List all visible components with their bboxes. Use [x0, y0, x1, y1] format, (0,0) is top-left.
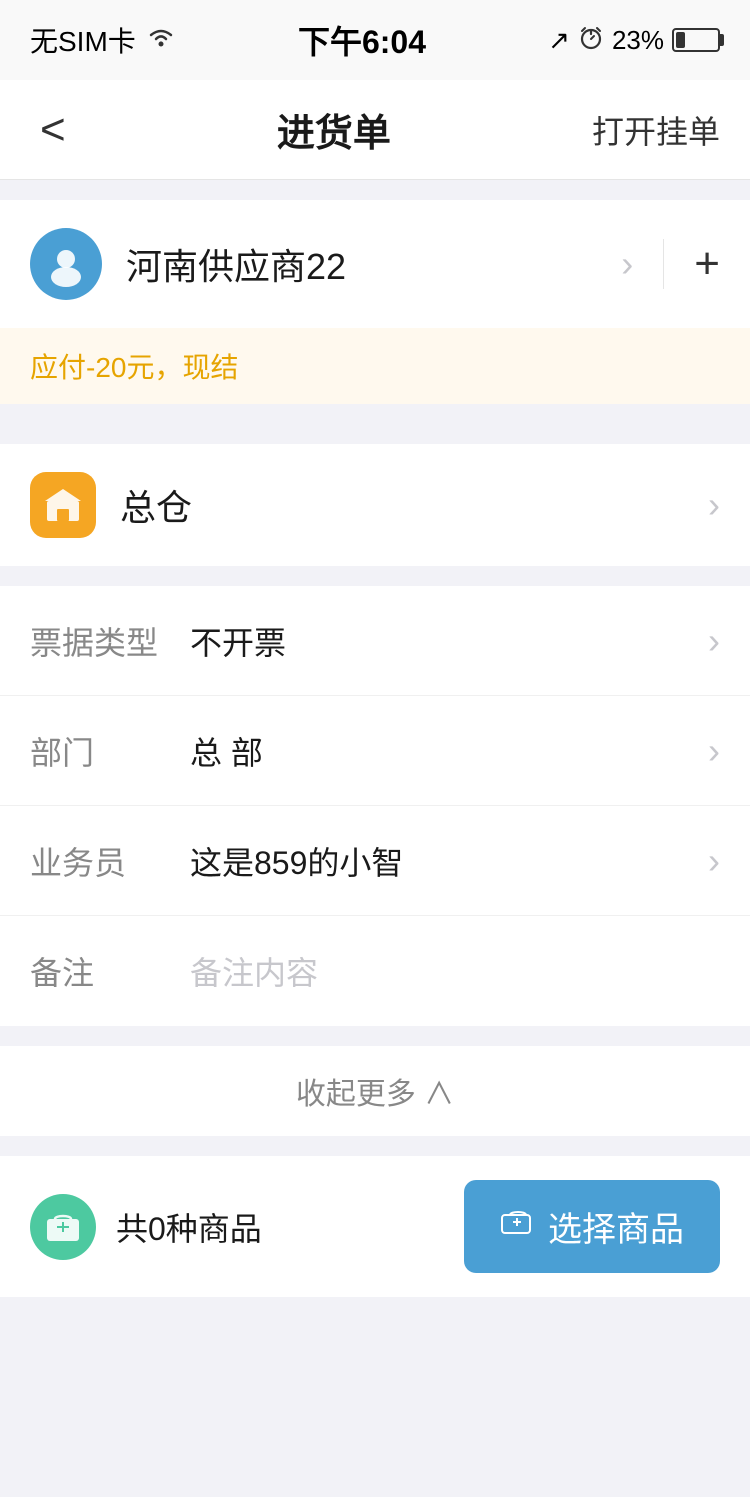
remarks-label: 备注: [30, 948, 170, 994]
battery-percentage: 23%: [612, 25, 664, 56]
department-value: 总 部: [170, 728, 708, 774]
warehouse-row[interactable]: 总仓 ›: [0, 444, 750, 566]
supplier-name: 河南供应商22: [126, 238, 621, 290]
page-title: 进货单: [277, 102, 391, 157]
divider: [663, 239, 664, 289]
collapse-label: 收起更多 ∧: [296, 1069, 454, 1113]
remarks-input[interactable]: 备注内容: [170, 948, 720, 994]
collapse-button[interactable]: 收起更多 ∧: [0, 1046, 750, 1136]
alarm-icon: [578, 23, 604, 58]
wifi-icon: [146, 24, 176, 56]
notice-text: 应付-20元，现结: [30, 352, 238, 383]
product-count-text: 共0种商品: [116, 1204, 262, 1250]
select-product-label: 选择商品: [548, 1202, 684, 1251]
status-bar: 无SIM卡 下午6:04 ↗ 23%: [0, 0, 750, 80]
back-button[interactable]: <: [30, 95, 76, 165]
warehouse-icon: [30, 472, 96, 538]
form-section: 票据类型 不开票 › 部门 总 部 › 业务员 这是859的小智 › 备注 备注…: [0, 586, 750, 1026]
remarks-row[interactable]: 备注 备注内容: [0, 916, 750, 1026]
open-pending-button[interactable]: 打开挂单: [592, 107, 720, 153]
battery-icon: [672, 28, 720, 52]
department-row[interactable]: 部门 总 部 ›: [0, 696, 750, 806]
salesman-chevron-icon: ›: [708, 840, 720, 882]
supplier-chevron-icon: ›: [621, 243, 633, 285]
invoice-chevron-icon: ›: [708, 620, 720, 662]
section-gap-1: [0, 180, 750, 200]
warehouse-name: 总仓: [120, 479, 708, 531]
page-background: [0, 1297, 750, 1497]
carrier-text: 无SIM卡: [30, 20, 136, 60]
product-count-area: 共0种商品: [30, 1194, 262, 1260]
nav-bar: < 进货单 打开挂单: [0, 80, 750, 180]
section-gap-2: [0, 404, 750, 424]
location-icon: ↗: [548, 25, 570, 56]
supplier-avatar: [30, 228, 102, 300]
invoice-label: 票据类型: [30, 618, 170, 664]
warehouse-chevron-icon: ›: [708, 484, 720, 526]
salesman-row[interactable]: 业务员 这是859的小智 ›: [0, 806, 750, 916]
department-label: 部门: [30, 728, 170, 774]
invoice-value: 不开票: [170, 618, 708, 664]
select-product-button[interactable]: 选择商品: [464, 1180, 720, 1273]
notice-banner: 应付-20元，现结: [0, 328, 750, 404]
status-right: ↗ 23%: [548, 23, 720, 58]
bottom-bar: 共0种商品 选择商品: [0, 1156, 750, 1297]
supplier-row[interactable]: 河南供应商22 › +: [0, 200, 750, 328]
department-chevron-icon: ›: [708, 730, 720, 772]
invoice-type-row[interactable]: 票据类型 不开票 ›: [0, 586, 750, 696]
salesman-label: 业务员: [30, 838, 170, 884]
add-supplier-button[interactable]: +: [684, 239, 720, 289]
status-carrier: 无SIM卡: [30, 20, 176, 60]
status-time: 下午6:04: [298, 17, 426, 63]
supplier-section: 河南供应商22 › + 应付-20元，现结: [0, 200, 750, 404]
salesman-value: 这是859的小智: [170, 838, 708, 884]
cart-icon: [500, 1207, 536, 1247]
product-count-icon: [30, 1194, 96, 1260]
